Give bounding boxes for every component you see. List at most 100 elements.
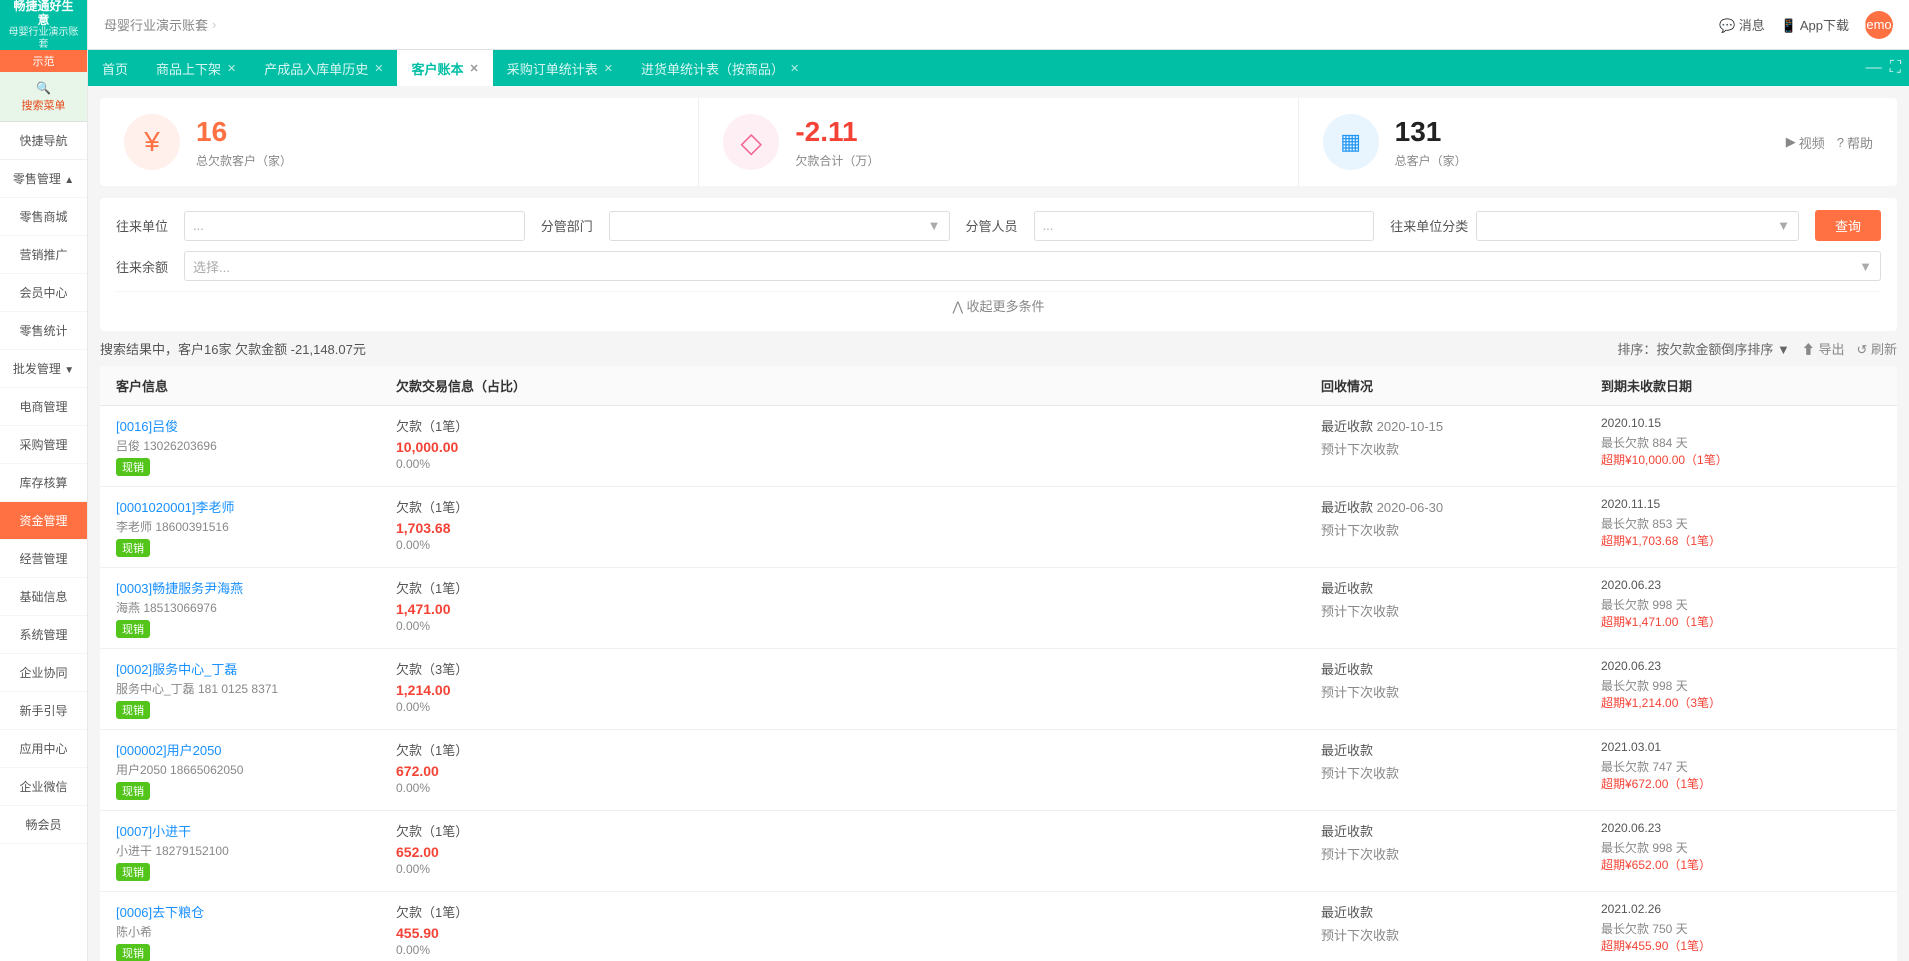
search-button[interactable]: 查询 [1815,210,1881,241]
sidebar-item-retail-stats[interactable]: 零售统计 [0,312,87,350]
sidebar-item-guide[interactable]: 新手引导 [0,692,87,730]
owe-count-1: 欠款（1笔） [396,497,1321,516]
quick-nav[interactable]: 快捷导航 [0,122,87,160]
overdue-link-0[interactable]: 超期¥10,000.00（1笔） [1601,451,1881,468]
tab-product-onoff-close[interactable]: ✕ [227,62,236,75]
tab-customer-ledger[interactable]: 客户账本 ✕ [397,50,492,86]
sidebar-item-marketing[interactable]: 营销推广 [0,236,87,274]
table-row: [0006]去下粮仓 陈小希 现销 欠款（1笔） 455.90 0.00% 最近… [100,892,1897,961]
customer-name-1[interactable]: [0001020001]李老师 [116,497,396,516]
customer-name-2[interactable]: [0003]畅捷服务尹海燕 [116,578,396,597]
avatar[interactable]: demo2 [1865,11,1893,39]
filter-input-dept[interactable]: ▼ [609,211,950,241]
customer-badge-1: 现销 [116,539,150,557]
filter-group-person: 分管人员 ... [966,211,1375,241]
sidebar-item-retail-mall[interactable]: 零售商城 [0,198,87,236]
overdue-link-2[interactable]: 超期¥1,471.00（1笔） [1601,613,1881,630]
message-icon[interactable]: 💬 消息 [1719,15,1765,34]
video-icon[interactable]: ▶ 视频 [1786,133,1825,152]
due-date-0: 2020.10.15 [1601,416,1881,430]
filter-input-from-unit[interactable]: ... [184,211,525,241]
sort-label[interactable]: 排序：按欠款金额倒序排序 ▼ [1617,339,1790,358]
export-button[interactable]: ⬆ 导出 [1802,339,1845,358]
customer-badge-5: 现销 [116,863,150,881]
sidebar-item-purchase[interactable]: 采购管理 [0,426,87,464]
col-header-owe: 欠款交易信息（占比） [396,376,1321,395]
owe-info-5: 欠款（1笔） 652.00 0.00% [396,821,1321,876]
sidebar-item-operation[interactable]: 经营管理 [0,540,87,578]
app-download[interactable]: 📱 App下载 [1781,15,1849,34]
table-row: [000002]用户2050 用户2050 18665062050 现销 欠款（… [100,730,1897,811]
tab-customer-ledger-close[interactable]: ✕ [470,62,479,75]
filter-select-balance[interactable]: 选择... ▼ [184,251,1881,281]
filter-input-person[interactable]: ... [1034,211,1375,241]
customer-name-6[interactable]: [0006]去下粮仓 [116,902,396,921]
table-row: [0001020001]李老师 李老师 18600391516 现销 欠款（1笔… [100,487,1897,568]
sidebar-item-retail-mgmt[interactable]: 零售管理 ▲ [0,160,87,198]
tabs-maximize[interactable]: ⛶ [1890,59,1901,77]
sidebar-item-collab[interactable]: 企业协同 [0,654,87,692]
owe-percent-2: 0.00% [396,619,1321,633]
overdue-days-5: 最长欠款 998 天 [1601,839,1881,856]
refresh-button[interactable]: ↺ 刷新 [1856,339,1897,358]
help-icon[interactable]: ? 帮助 [1837,133,1873,152]
tab-inbound-stats[interactable]: 进货单统计表（按商品） ✕ [627,50,813,86]
unit-class-arrow: ▼ [1777,218,1790,233]
filter-input-unit-class[interactable]: ▼ [1476,211,1799,241]
tabs-minimize[interactable]: — [1866,59,1882,77]
owe-amount-0[interactable]: 10,000.00 [396,439,1321,455]
sidebar-item-member2[interactable]: 畅会员 [0,806,87,844]
next-collect-0: 预计下次收款 [1321,439,1601,458]
topbar-left: 母婴行业演示账套 › [104,15,216,34]
stat-card-owe-total: ◇ -2.11 欠款合计（万） [699,98,1298,186]
tab-purchase-stats-label: 采购订单统计表 [507,59,598,78]
customer-name-3[interactable]: [0002]服务中心_丁磊 [116,659,396,678]
collapse-label: 收起更多条件 [967,299,1045,314]
owe-amount-2[interactable]: 1,471.00 [396,601,1321,617]
filter-group-from-unit: 往来单位 ... [116,211,525,241]
owe-percent-4: 0.00% [396,781,1321,795]
sidebar-item-system[interactable]: 系统管理 [0,616,87,654]
tab-inbound-history-close[interactable]: ✕ [374,62,383,75]
owe-amount-1[interactable]: 1,703.68 [396,520,1321,536]
owe-amount-4[interactable]: 672.00 [396,763,1321,779]
search-menu[interactable]: 🔍 搜索菜单 [0,72,87,122]
tab-purchase-stats-close[interactable]: ✕ [604,62,613,75]
tab-product-onoff[interactable]: 商品上下架 ✕ [142,50,250,86]
filter-row-1: 往来单位 ... 分管部门 ▼ 分管人员 ... [116,210,1881,241]
customer-info-6: [0006]去下粮仓 陈小希 现销 [116,902,396,961]
owe-info-2: 欠款（1笔） 1,471.00 0.00% [396,578,1321,633]
sidebar-item-member[interactable]: 会员中心 [0,274,87,312]
breadcrumb-arrow: › [212,17,216,32]
tab-home-label: 首页 [102,59,128,78]
owe-info-3: 欠款（3笔） 1,214.00 0.00% [396,659,1321,714]
tab-inbound-stats-close[interactable]: ✕ [790,62,799,75]
customer-name-5[interactable]: [0007]小进干 [116,821,396,840]
next-collect-5: 预计下次收款 [1321,844,1601,863]
sidebar-item-finance[interactable]: 资金管理 [0,502,87,540]
tab-purchase-stats[interactable]: 采购订单统计表 ✕ [493,50,627,86]
customer-name-0[interactable]: [0016]吕俊 [116,416,396,435]
sidebar-item-apps[interactable]: 应用中心 [0,730,87,768]
collapse-row[interactable]: ⋀ 收起更多条件 [116,291,1881,319]
sidebar-item-wholesale[interactable]: 批发管理 ▼ [0,350,87,388]
owe-amount-3[interactable]: 1,214.00 [396,682,1321,698]
customer-name-4[interactable]: [000002]用户2050 [116,740,396,759]
owe-percent-5: 0.00% [396,862,1321,876]
overdue-link-5[interactable]: 超期¥652.00（1笔） [1601,856,1881,873]
tab-home[interactable]: 首页 [88,50,142,86]
overdue-link-4[interactable]: 超期¥672.00（1笔） [1601,775,1881,792]
overdue-link-3[interactable]: 超期¥1,214.00（3笔） [1601,694,1881,711]
sidebar-item-ecommerce[interactable]: 电商管理 [0,388,87,426]
last-collect-5: 最近收款 [1321,821,1601,840]
overdue-link-6[interactable]: 超期¥455.90（1笔） [1601,937,1881,954]
topbar-right: 💬 消息 📱 App下载 demo2 [1719,11,1893,39]
owe-amount-5[interactable]: 652.00 [396,844,1321,860]
sidebar-item-inventory[interactable]: 库存核算 [0,464,87,502]
overdue-link-1[interactable]: 超期¥1,703.68（1笔） [1601,532,1881,549]
sidebar-item-basic-info[interactable]: 基础信息 [0,578,87,616]
sidebar-item-wechat[interactable]: 企业微信 [0,768,87,806]
tab-inbound-history[interactable]: 产成品入库单历史 ✕ [250,50,397,86]
owe-amount-6[interactable]: 455.90 [396,925,1321,941]
recovery-info-3: 最近收款 预计下次收款 [1321,659,1601,701]
